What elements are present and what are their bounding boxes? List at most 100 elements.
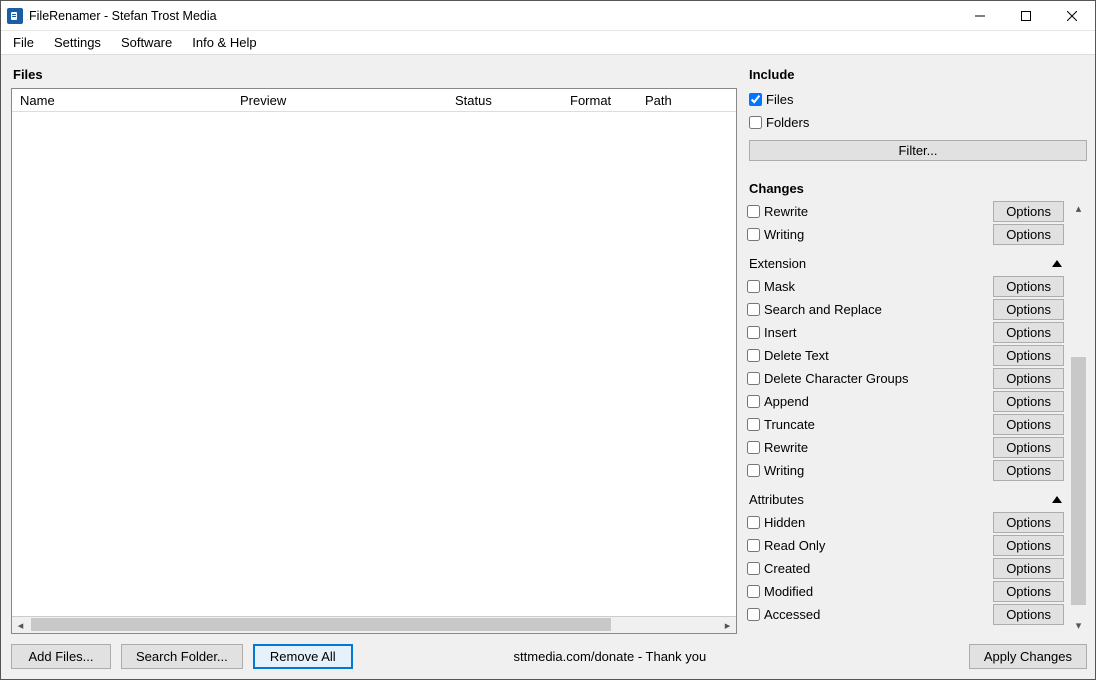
changes-groups: Rewrite Options Writing Options Extensio… [747, 200, 1064, 634]
app-window: FileRenamer - Stefan Trost Media File Se… [0, 0, 1096, 680]
minimize-button[interactable] [957, 1, 1003, 30]
attributes-header[interactable]: Attributes [749, 492, 1064, 507]
options-inner: Include Files Folders Filter... Changes [747, 63, 1087, 634]
menu-file[interactable]: File [3, 31, 44, 54]
opt-created-button[interactable]: Options [993, 558, 1064, 579]
file-table-hscroll[interactable]: ◂ ▸ [12, 616, 736, 633]
file-table-header: Name Preview Status Format Path [12, 89, 736, 112]
opt-hidden-button[interactable]: Options [993, 512, 1064, 533]
remove-all-button[interactable]: Remove All [253, 644, 353, 669]
vscroll-down-icon[interactable]: ▾ [1070, 617, 1087, 634]
chk-truncate[interactable] [747, 418, 760, 431]
chk-created[interactable] [747, 562, 760, 575]
lbl-writing: Writing [764, 227, 804, 242]
chk-rewrite[interactable] [747, 205, 760, 218]
opt-mask-button[interactable]: Options [993, 276, 1064, 297]
vscroll-thumb[interactable] [1071, 357, 1086, 605]
collapse-icon [1052, 260, 1062, 267]
changes-title-label: Changes [749, 181, 804, 196]
menubar: File Settings Software Info & Help [1, 31, 1095, 55]
chk-modified[interactable] [747, 585, 760, 598]
window-controls [957, 1, 1095, 30]
close-icon [1067, 11, 1077, 21]
include-folders-label: Folders [766, 115, 809, 130]
column-name[interactable]: Name [12, 93, 232, 108]
attributes-label: Attributes [749, 492, 804, 507]
lbl-hidden: Hidden [764, 515, 805, 530]
column-format[interactable]: Format [562, 93, 637, 108]
include-files-checkbox[interactable] [749, 93, 762, 106]
chk-delete-char-groups[interactable] [747, 372, 760, 385]
options-pane: Include Files Folders Filter... Changes [747, 55, 1095, 679]
opt-rewrite2-button[interactable]: Options [993, 437, 1064, 458]
maximize-icon [1021, 11, 1031, 21]
changes-title: Changes [749, 181, 1087, 196]
extension-header[interactable]: Extension [749, 256, 1064, 271]
files-pane: Files Name Preview Status Format Path ◂ … [1, 55, 747, 679]
include-files-label: Files [766, 92, 793, 107]
hscroll-thumb[interactable] [31, 618, 611, 631]
opt-read-only-button[interactable]: Options [993, 535, 1064, 556]
chk-insert[interactable] [747, 326, 760, 339]
donate-text: sttmedia.com/donate - Thank you [363, 649, 737, 664]
chk-accessed[interactable] [747, 608, 760, 621]
add-files-button[interactable]: Add Files... [11, 644, 111, 669]
content-area: Files Name Preview Status Format Path ◂ … [1, 55, 1095, 679]
files-title: Files [13, 67, 737, 82]
close-button[interactable] [1049, 1, 1095, 30]
hscroll-right-icon[interactable]: ▸ [719, 617, 736, 633]
lbl-read-only: Read Only [764, 538, 825, 553]
opt-accessed-button[interactable]: Options [993, 604, 1064, 625]
menu-software[interactable]: Software [111, 31, 182, 54]
maximize-button[interactable] [1003, 1, 1049, 30]
lbl-modified: Modified [764, 584, 813, 599]
opt-delete-char-groups-button[interactable]: Options [993, 368, 1064, 389]
opt-append-button[interactable]: Options [993, 391, 1064, 412]
hscroll-track[interactable] [29, 617, 719, 633]
opt-insert-button[interactable]: Options [993, 322, 1064, 343]
chk-rewrite2[interactable] [747, 441, 760, 454]
titlebar: FileRenamer - Stefan Trost Media [1, 1, 1095, 31]
include-folders-checkbox[interactable] [749, 116, 762, 129]
column-path[interactable]: Path [637, 93, 736, 108]
lbl-delete-char-groups: Delete Character Groups [764, 371, 909, 386]
changes-vscroll[interactable]: ▴ ▾ [1070, 200, 1087, 634]
collapse-icon [1052, 496, 1062, 503]
file-table-body[interactable] [12, 112, 736, 616]
chk-mask[interactable] [747, 280, 760, 293]
column-preview[interactable]: Preview [232, 93, 447, 108]
opt-truncate-button[interactable]: Options [993, 414, 1064, 435]
lbl-writing2: Writing [764, 463, 804, 478]
opt-search-replace-button[interactable]: Options [993, 299, 1064, 320]
opt-rewrite-button[interactable]: Options [993, 201, 1064, 222]
chk-search-replace[interactable] [747, 303, 760, 316]
chk-hidden[interactable] [747, 516, 760, 529]
chk-writing[interactable] [747, 228, 760, 241]
opt-modified-button[interactable]: Options [993, 581, 1064, 602]
vscroll-up-icon[interactable]: ▴ [1070, 200, 1087, 217]
chk-delete-text[interactable] [747, 349, 760, 362]
vscroll-track[interactable] [1070, 217, 1087, 617]
opt-writing-button[interactable]: Options [993, 224, 1064, 245]
apply-changes-button[interactable]: Apply Changes [969, 644, 1087, 669]
chk-read-only[interactable] [747, 539, 760, 552]
search-folder-button[interactable]: Search Folder... [121, 644, 243, 669]
minimize-icon [975, 11, 985, 21]
include-files-row: Files [747, 88, 1087, 111]
include-title: Include [749, 67, 1087, 82]
lbl-accessed: Accessed [764, 607, 820, 622]
lbl-rewrite: Rewrite [764, 204, 808, 219]
lbl-insert: Insert [764, 325, 797, 340]
filter-button[interactable]: Filter... [749, 140, 1087, 161]
lbl-search-replace: Search and Replace [764, 302, 882, 317]
menu-settings[interactable]: Settings [44, 31, 111, 54]
lbl-delete-text: Delete Text [764, 348, 829, 363]
column-status[interactable]: Status [447, 93, 562, 108]
hscroll-left-icon[interactable]: ◂ [12, 617, 29, 633]
opt-writing2-button[interactable]: Options [993, 460, 1064, 481]
lbl-created: Created [764, 561, 810, 576]
chk-append[interactable] [747, 395, 760, 408]
opt-delete-text-button[interactable]: Options [993, 345, 1064, 366]
chk-writing2[interactable] [747, 464, 760, 477]
menu-info-help[interactable]: Info & Help [182, 31, 266, 54]
